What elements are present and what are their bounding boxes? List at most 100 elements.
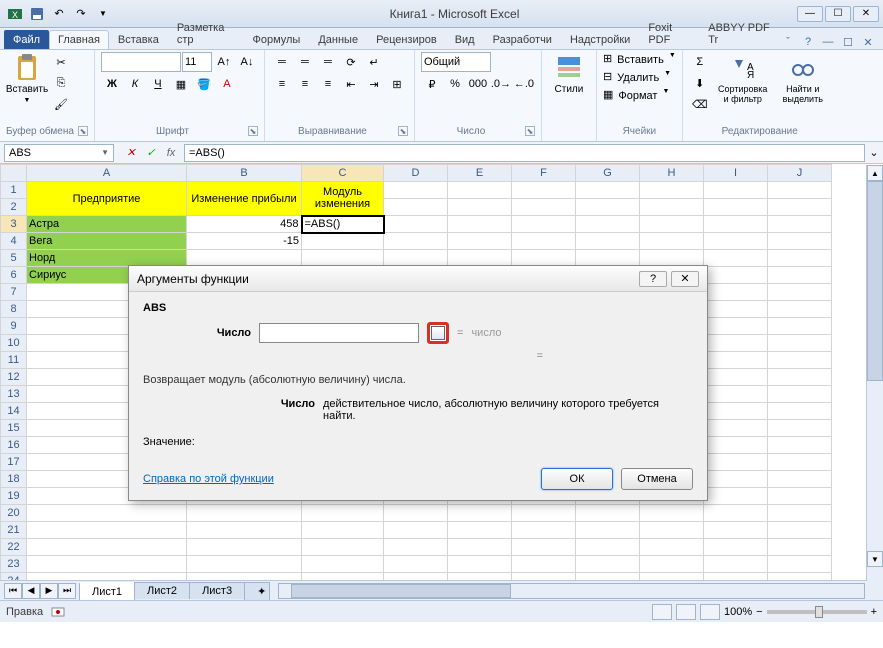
- clipboard-launcher-icon[interactable]: ⬊: [78, 126, 88, 136]
- cell[interactable]: [704, 216, 768, 233]
- cell[interactable]: [640, 216, 704, 233]
- cell[interactable]: [576, 233, 640, 250]
- sheet-tab-2[interactable]: Лист2: [134, 582, 190, 599]
- cell[interactable]: [768, 488, 832, 505]
- cell[interactable]: [768, 573, 832, 581]
- currency-button[interactable]: ₽: [421, 74, 443, 94]
- cell[interactable]: [704, 233, 768, 250]
- normal-view-button[interactable]: [652, 604, 672, 620]
- sheet-tab-3[interactable]: Лист3: [189, 582, 245, 599]
- cell[interactable]: [640, 539, 704, 556]
- cell[interactable]: [512, 216, 576, 233]
- row-header[interactable]: 18: [1, 471, 27, 488]
- cell[interactable]: [187, 573, 302, 581]
- row-header[interactable]: 13: [1, 386, 27, 403]
- cell[interactable]: [384, 250, 448, 267]
- macro-record-icon[interactable]: [51, 605, 65, 619]
- cell[interactable]: [640, 505, 704, 522]
- workbook-restore-icon[interactable]: ☐: [841, 35, 855, 49]
- cell[interactable]: [512, 556, 576, 573]
- cell[interactable]: [302, 573, 384, 581]
- font-color-button[interactable]: A: [216, 74, 238, 94]
- row-header[interactable]: 6: [1, 267, 27, 284]
- cell[interactable]: [640, 199, 704, 216]
- cell[interactable]: [27, 522, 187, 539]
- alignment-launcher-icon[interactable]: ⬊: [398, 126, 408, 136]
- name-box-dropdown-icon[interactable]: ▼: [101, 148, 109, 157]
- cell[interactable]: [187, 556, 302, 573]
- cell[interactable]: [704, 522, 768, 539]
- cell[interactable]: [704, 250, 768, 267]
- row-header[interactable]: 12: [1, 369, 27, 386]
- horizontal-scrollbar[interactable]: [278, 583, 865, 599]
- col-header-j[interactable]: J: [768, 165, 832, 182]
- dialog-close-button[interactable]: ✕: [671, 271, 699, 287]
- cell[interactable]: [768, 335, 832, 352]
- clear-button[interactable]: ⌫: [689, 94, 711, 114]
- number-launcher-icon[interactable]: ⬊: [525, 126, 535, 136]
- cell[interactable]: [576, 250, 640, 267]
- cell[interactable]: [576, 522, 640, 539]
- increase-indent-button[interactable]: ⇥: [363, 74, 385, 94]
- cell[interactable]: [448, 522, 512, 539]
- cell[interactable]: [448, 539, 512, 556]
- hscroll-thumb[interactable]: [291, 584, 511, 598]
- row-header[interactable]: 14: [1, 403, 27, 420]
- cell[interactable]: [448, 505, 512, 522]
- cell[interactable]: Норд: [27, 250, 187, 267]
- vertical-scrollbar[interactable]: ▲ ▼: [866, 165, 883, 581]
- row-header[interactable]: 20: [1, 505, 27, 522]
- decrease-indent-button[interactable]: ⇤: [340, 74, 362, 94]
- scroll-thumb[interactable]: [867, 181, 883, 381]
- cell[interactable]: [512, 522, 576, 539]
- align-bottom-button[interactable]: ═: [317, 52, 339, 72]
- tab-foxit[interactable]: Foxit PDF: [639, 18, 699, 49]
- minimize-ribbon-icon[interactable]: ˇ: [781, 35, 795, 49]
- cell[interactable]: [27, 556, 187, 573]
- cell[interactable]: [768, 250, 832, 267]
- cell[interactable]: [704, 403, 768, 420]
- cell[interactable]: [302, 539, 384, 556]
- dialog-help-button[interactable]: ?: [639, 271, 667, 287]
- cell[interactable]: [512, 539, 576, 556]
- sheet-first-button[interactable]: ⏮: [4, 583, 22, 599]
- cancel-formula-button[interactable]: ✕: [122, 144, 140, 162]
- row-header[interactable]: 2: [1, 199, 27, 216]
- insert-function-button[interactable]: fx: [162, 144, 180, 162]
- row-header[interactable]: 11: [1, 352, 27, 369]
- cell[interactable]: [704, 369, 768, 386]
- cell[interactable]: [640, 250, 704, 267]
- cell[interactable]: [768, 318, 832, 335]
- cell[interactable]: [384, 539, 448, 556]
- cell[interactable]: [704, 505, 768, 522]
- borders-button[interactable]: ▦: [170, 74, 192, 94]
- insert-cells-button[interactable]: Вставить: [613, 52, 668, 68]
- cell[interactable]: [187, 539, 302, 556]
- col-header-i[interactable]: I: [704, 165, 768, 182]
- cell[interactable]: [448, 250, 512, 267]
- tab-formulas[interactable]: Формулы: [243, 30, 309, 49]
- align-top-button[interactable]: ═: [271, 52, 293, 72]
- font-family-select[interactable]: [101, 52, 181, 72]
- cell[interactable]: [384, 556, 448, 573]
- align-left-button[interactable]: ≡: [271, 74, 293, 94]
- tab-data[interactable]: Данные: [309, 30, 367, 49]
- cell[interactable]: [640, 556, 704, 573]
- cell[interactable]: [704, 284, 768, 301]
- redo-icon[interactable]: ↷: [72, 5, 90, 23]
- cell[interactable]: [576, 505, 640, 522]
- cell[interactable]: [768, 386, 832, 403]
- row-header[interactable]: 1: [1, 182, 27, 199]
- fill-button[interactable]: ⬇: [689, 73, 711, 93]
- cell[interactable]: [384, 522, 448, 539]
- cell[interactable]: [704, 267, 768, 284]
- cell[interactable]: [768, 352, 832, 369]
- col-header-h[interactable]: H: [640, 165, 704, 182]
- cell[interactable]: [448, 199, 512, 216]
- tab-home[interactable]: Главная: [49, 30, 109, 49]
- zoom-level[interactable]: 100%: [724, 606, 752, 618]
- zoom-in-button[interactable]: +: [871, 606, 877, 618]
- cell[interactable]: [187, 522, 302, 539]
- cell[interactable]: [768, 267, 832, 284]
- collapse-dialog-button[interactable]: [427, 322, 449, 344]
